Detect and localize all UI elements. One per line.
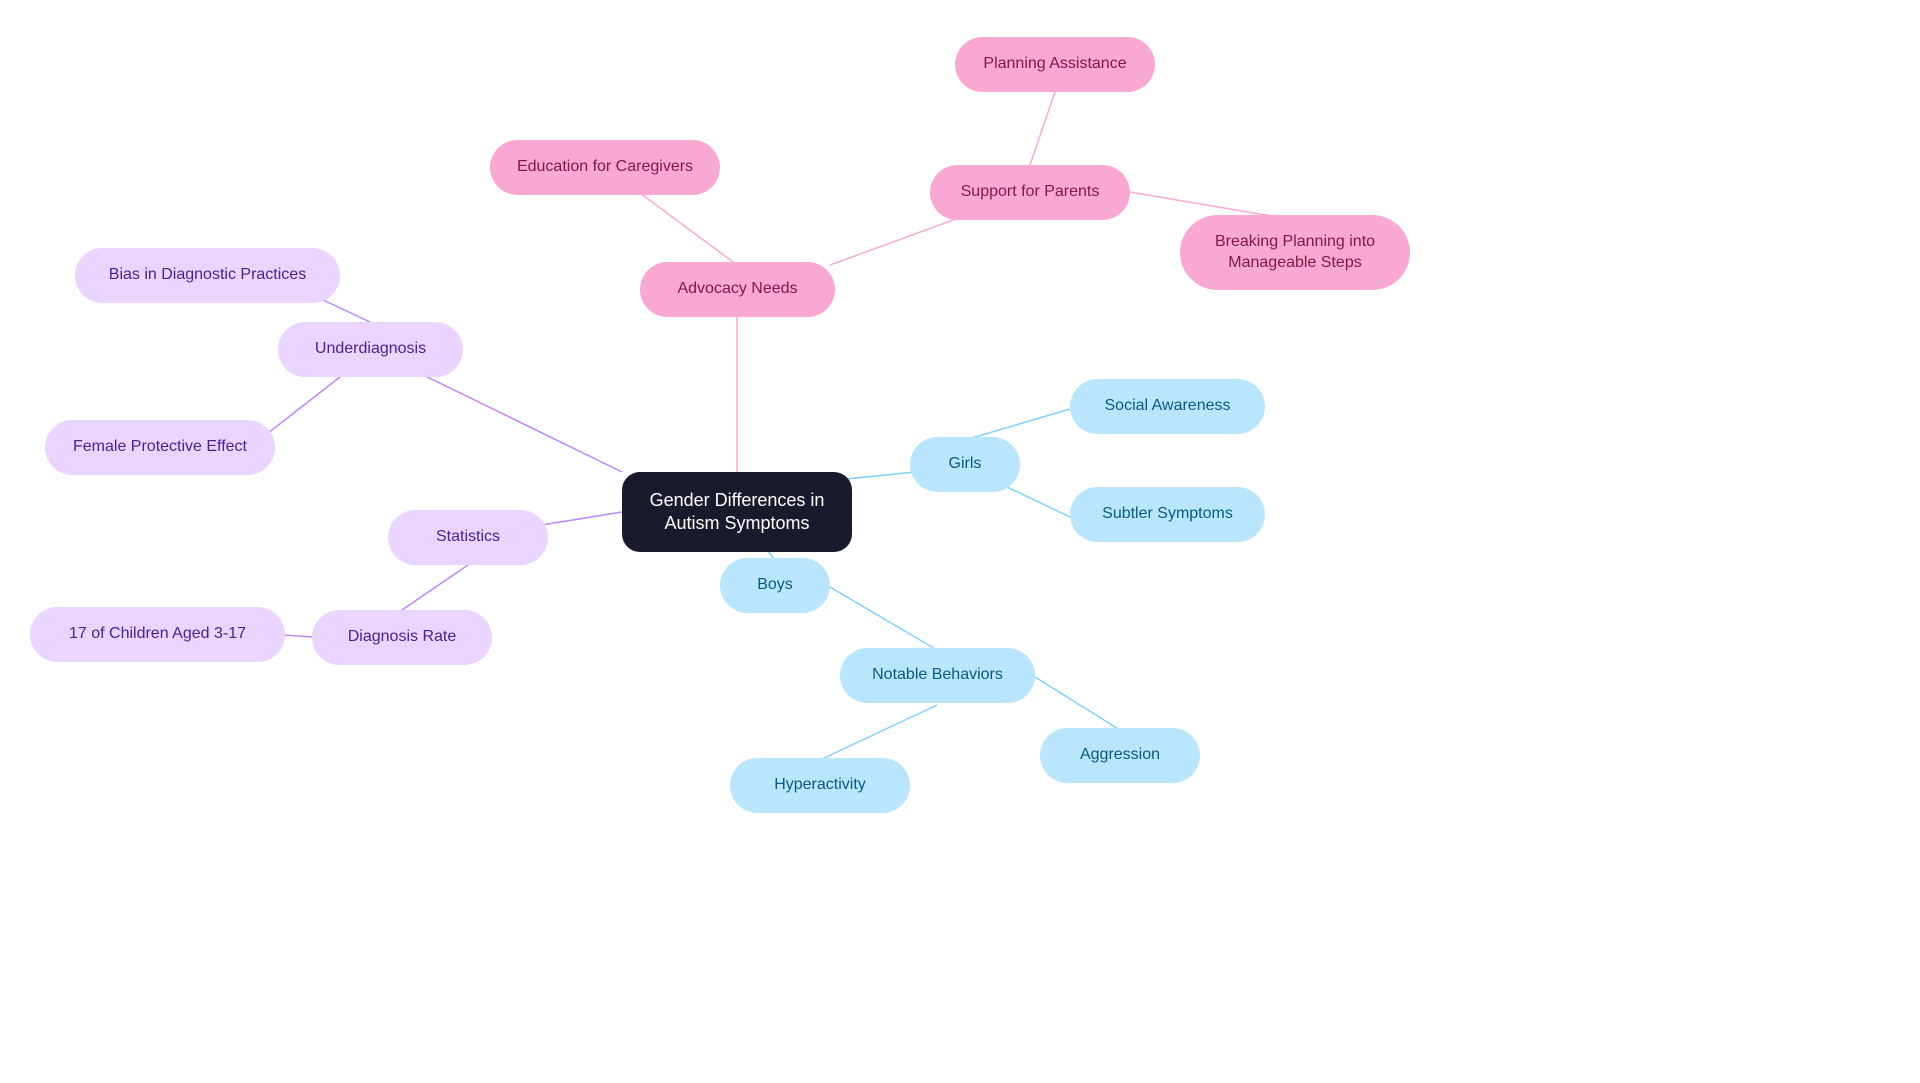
female-protective-label: Female Protective Effect [73,437,247,458]
aggression-label: Aggression [1080,745,1160,766]
breaking-planning-label: Breaking Planning into Manageable Steps [1202,232,1388,274]
children-aged-node[interactable]: 17 of Children Aged 3-17 [30,607,285,662]
boys-node[interactable]: Boys [720,558,830,613]
subtler-symptoms-label: Subtler Symptoms [1102,504,1233,525]
diagnosis-rate-label: Diagnosis Rate [348,627,457,648]
female-protective-node[interactable]: Female Protective Effect [45,420,275,475]
planning-assistance-node[interactable]: Planning Assistance [955,37,1155,92]
children-aged-label: 17 of Children Aged 3-17 [69,624,246,645]
girls-label: Girls [949,454,982,475]
statistics-label: Statistics [436,527,500,548]
support-for-parents-node[interactable]: Support for Parents [930,165,1130,220]
center-node[interactable]: Gender Differences in Autism Symptoms [622,472,852,552]
girls-node[interactable]: Girls [910,437,1020,492]
support-parents-label: Support for Parents [961,182,1100,203]
diagnosis-rate-node[interactable]: Diagnosis Rate [312,610,492,665]
notable-behaviors-node[interactable]: Notable Behaviors [840,648,1035,703]
education-caregivers-node[interactable]: Education for Caregivers [490,140,720,195]
breaking-planning-node[interactable]: Breaking Planning into Manageable Steps [1180,215,1410,290]
center-label: Gender Differences in Autism Symptoms [644,489,830,536]
boys-label: Boys [757,575,793,596]
notable-behaviors-label: Notable Behaviors [872,665,1003,686]
social-awareness-label: Social Awareness [1105,396,1231,417]
aggression-node[interactable]: Aggression [1040,728,1200,783]
subtler-symptoms-node[interactable]: Subtler Symptoms [1070,487,1265,542]
education-caregivers-label: Education for Caregivers [517,157,693,178]
social-awareness-node[interactable]: Social Awareness [1070,379,1265,434]
bias-diagnostic-node[interactable]: Bias in Diagnostic Practices [75,248,340,303]
planning-assistance-label: Planning Assistance [983,54,1126,75]
underdiagnosis-node[interactable]: Underdiagnosis [278,322,463,377]
advocacy-needs-label: Advocacy Needs [677,279,797,300]
advocacy-needs-node[interactable]: Advocacy Needs [640,262,835,317]
hyperactivity-node[interactable]: Hyperactivity [730,758,910,813]
bias-diagnostic-label: Bias in Diagnostic Practices [109,265,306,286]
statistics-node[interactable]: Statistics [388,510,548,565]
hyperactivity-label: Hyperactivity [774,775,866,796]
underdiagnosis-label: Underdiagnosis [315,339,426,360]
